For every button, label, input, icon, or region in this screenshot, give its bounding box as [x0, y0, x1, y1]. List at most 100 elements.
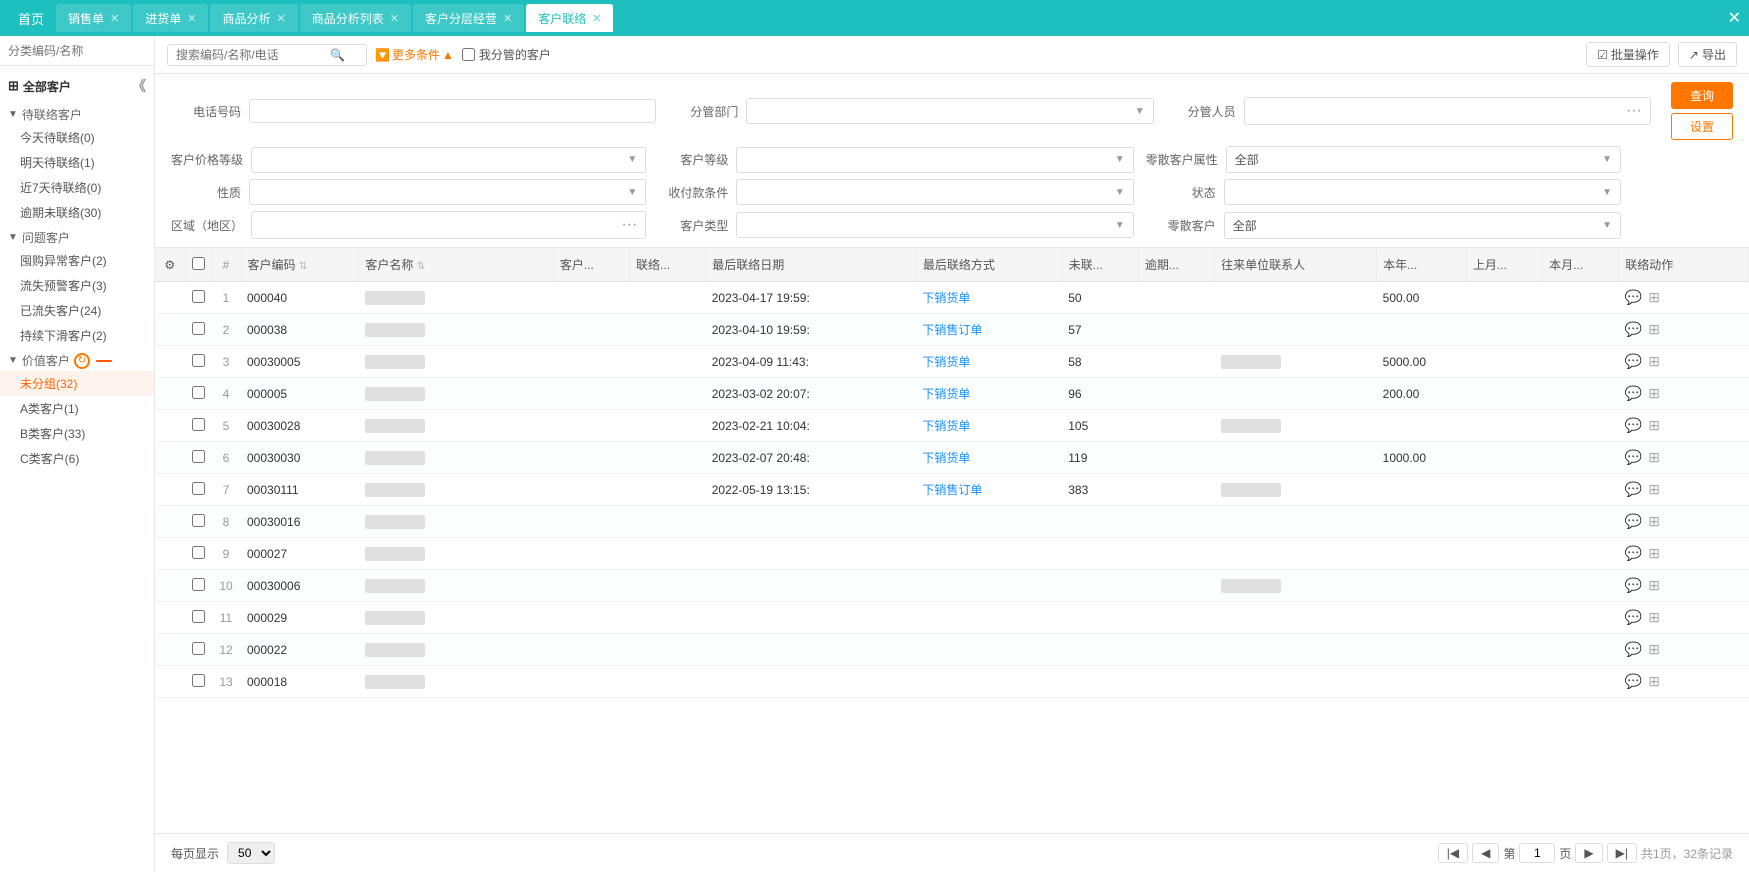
- page-number-input[interactable]: [1519, 843, 1555, 863]
- more-action-icon[interactable]: ⊞: [1648, 385, 1660, 402]
- sidebar-item-7day-pending[interactable]: 近7天待联络(0): [0, 175, 154, 200]
- filter-retail-attr-select[interactable]: 全部▼: [1226, 146, 1621, 173]
- contact-icon[interactable]: 💬: [1625, 641, 1642, 658]
- filter-person-select[interactable]: ···: [1244, 97, 1651, 125]
- sidebar-item-declining[interactable]: 持续下滑客户(2): [0, 323, 154, 348]
- contact-icon[interactable]: 💬: [1625, 673, 1642, 690]
- next-page-btn[interactable]: ▶: [1575, 843, 1602, 863]
- row-checkbox[interactable]: [192, 418, 205, 431]
- method-link[interactable]: 下销售订单: [922, 323, 982, 337]
- sidebar-item-churn-warning[interactable]: 流失预警客户(3): [0, 273, 154, 298]
- first-page-btn[interactable]: |◀: [1438, 843, 1468, 863]
- nav-tab-product-analysis[interactable]: 商品分析 ✕: [210, 4, 297, 32]
- th-settings[interactable]: ⚙: [155, 248, 185, 282]
- close-tab-purchase[interactable]: ✕: [187, 12, 196, 25]
- sidebar-section-problem[interactable]: ▼ 问题客户: [0, 225, 154, 248]
- method-link[interactable]: 下销货单: [922, 355, 970, 369]
- row-checkbox[interactable]: [192, 610, 205, 623]
- nav-tab-purchase[interactable]: 进货单 ✕: [133, 4, 208, 32]
- th-last-month[interactable]: 上月...: [1466, 248, 1542, 282]
- close-tab-product-analysis-list[interactable]: ✕: [390, 12, 399, 25]
- more-action-icon[interactable]: ⊞: [1648, 641, 1660, 658]
- more-action-icon[interactable]: ⊞: [1648, 481, 1660, 498]
- more-action-icon[interactable]: ⊞: [1648, 609, 1660, 626]
- td-checkbox[interactable]: [185, 538, 211, 570]
- row-checkbox[interactable]: [192, 514, 205, 527]
- row-checkbox[interactable]: [192, 482, 205, 495]
- sidebar-item-c-class[interactable]: C类客户(6): [0, 446, 154, 471]
- method-link[interactable]: 下销货单: [922, 387, 970, 401]
- row-checkbox[interactable]: [192, 322, 205, 335]
- contact-icon[interactable]: 💬: [1625, 481, 1642, 498]
- td-checkbox[interactable]: [185, 410, 211, 442]
- row-checkbox[interactable]: [192, 642, 205, 655]
- nav-tab-customer-segment[interactable]: 客户分层经营 ✕: [413, 4, 524, 32]
- th-contact[interactable]: 联络...: [630, 248, 706, 282]
- row-checkbox[interactable]: [192, 578, 205, 591]
- td-checkbox[interactable]: [185, 346, 211, 378]
- contact-icon[interactable]: 💬: [1625, 417, 1642, 434]
- filter-status-select[interactable]: ▼: [1224, 179, 1621, 205]
- my-customers-filter[interactable]: 我分管的客户: [462, 46, 551, 63]
- reload-icon[interactable]: ↻: [74, 353, 90, 369]
- more-action-icon[interactable]: ⊞: [1648, 673, 1660, 690]
- contact-icon[interactable]: 💬: [1625, 321, 1642, 338]
- th-partner-contact[interactable]: 往来单位联系人: [1215, 248, 1377, 282]
- filter-more-btn[interactable]: 🔽 更多条件 ▲: [375, 46, 454, 63]
- more-action-icon[interactable]: ⊞: [1648, 449, 1660, 466]
- row-checkbox[interactable]: [192, 290, 205, 303]
- sidebar-item-ungroup[interactable]: 未分组(32): [0, 371, 154, 396]
- td-checkbox[interactable]: [185, 570, 211, 602]
- page-size-select[interactable]: 50: [227, 842, 275, 864]
- query-btn[interactable]: 查询: [1671, 82, 1733, 109]
- contact-icon[interactable]: 💬: [1625, 385, 1642, 402]
- reset-btn[interactable]: 设置: [1671, 113, 1733, 140]
- row-checkbox[interactable]: [192, 546, 205, 559]
- filter-customer-level-select[interactable]: ▼: [736, 147, 1133, 173]
- td-checkbox[interactable]: [185, 506, 211, 538]
- more-action-icon[interactable]: ⊞: [1648, 289, 1660, 306]
- filter-phone-input[interactable]: [249, 99, 656, 123]
- more-action-icon[interactable]: ⊞: [1648, 545, 1660, 562]
- filter-search-icon[interactable]: 🔍: [330, 48, 345, 62]
- sidebar-section-pending[interactable]: ▼ 待联络客户: [0, 102, 154, 125]
- contact-icon[interactable]: 💬: [1625, 545, 1642, 562]
- sidebar-item-lost[interactable]: 已流失客户(24): [0, 298, 154, 323]
- th-no-contact[interactable]: 未联...: [1062, 248, 1138, 282]
- contact-icon[interactable]: 💬: [1625, 513, 1642, 530]
- sidebar-item-hoarding[interactable]: 囤购异常客户(2): [0, 248, 154, 273]
- region-dots[interactable]: ···: [621, 216, 637, 234]
- nav-tab-product-analysis-list[interactable]: 商品分析列表 ✕: [300, 4, 411, 32]
- th-last-date[interactable]: 最后联络日期: [706, 248, 917, 282]
- th-overdue[interactable]: 逾期...: [1138, 248, 1214, 282]
- nav-home[interactable]: 首页: [8, 9, 54, 28]
- sidebar-all-customers[interactable]: ⊞ 全部客户 《: [0, 70, 154, 102]
- sidebar-item-today-pending[interactable]: 今天待联络(0): [0, 125, 154, 150]
- more-action-icon[interactable]: ⊞: [1648, 513, 1660, 530]
- filter-search-input[interactable]: [176, 48, 326, 62]
- filter-nature-select[interactable]: ▼: [249, 179, 646, 205]
- filter-price-level-select[interactable]: ▼: [251, 147, 646, 173]
- contact-icon[interactable]: 💬: [1625, 289, 1642, 306]
- close-tab-customer-segment[interactable]: ✕: [503, 12, 512, 25]
- more-action-icon[interactable]: ⊞: [1648, 353, 1660, 370]
- row-checkbox[interactable]: [192, 354, 205, 367]
- method-link[interactable]: 下销货单: [922, 451, 970, 465]
- close-window-icon[interactable]: ✕: [1728, 8, 1741, 28]
- th-this-year[interactable]: 本年...: [1377, 248, 1467, 282]
- method-link[interactable]: 下销货单: [922, 291, 970, 305]
- settings-gear-icon[interactable]: ⚙: [164, 258, 175, 272]
- export-btn[interactable]: ↗ 导出: [1678, 42, 1737, 67]
- close-tab-sales[interactable]: ✕: [110, 12, 119, 25]
- method-link[interactable]: 下销售订单: [922, 483, 982, 497]
- batch-ops-btn[interactable]: ☑ 批量操作: [1586, 42, 1670, 67]
- more-action-icon[interactable]: ⊞: [1648, 577, 1660, 594]
- th-type[interactable]: 客户...: [553, 248, 629, 282]
- filter-payment-select[interactable]: ▼: [736, 179, 1133, 205]
- td-checkbox[interactable]: [185, 282, 211, 314]
- contact-icon[interactable]: 💬: [1625, 577, 1642, 594]
- td-checkbox[interactable]: [185, 378, 211, 410]
- row-checkbox[interactable]: [192, 450, 205, 463]
- person-dots[interactable]: ···: [1626, 102, 1642, 120]
- th-last-method[interactable]: 最后联络方式: [916, 248, 1062, 282]
